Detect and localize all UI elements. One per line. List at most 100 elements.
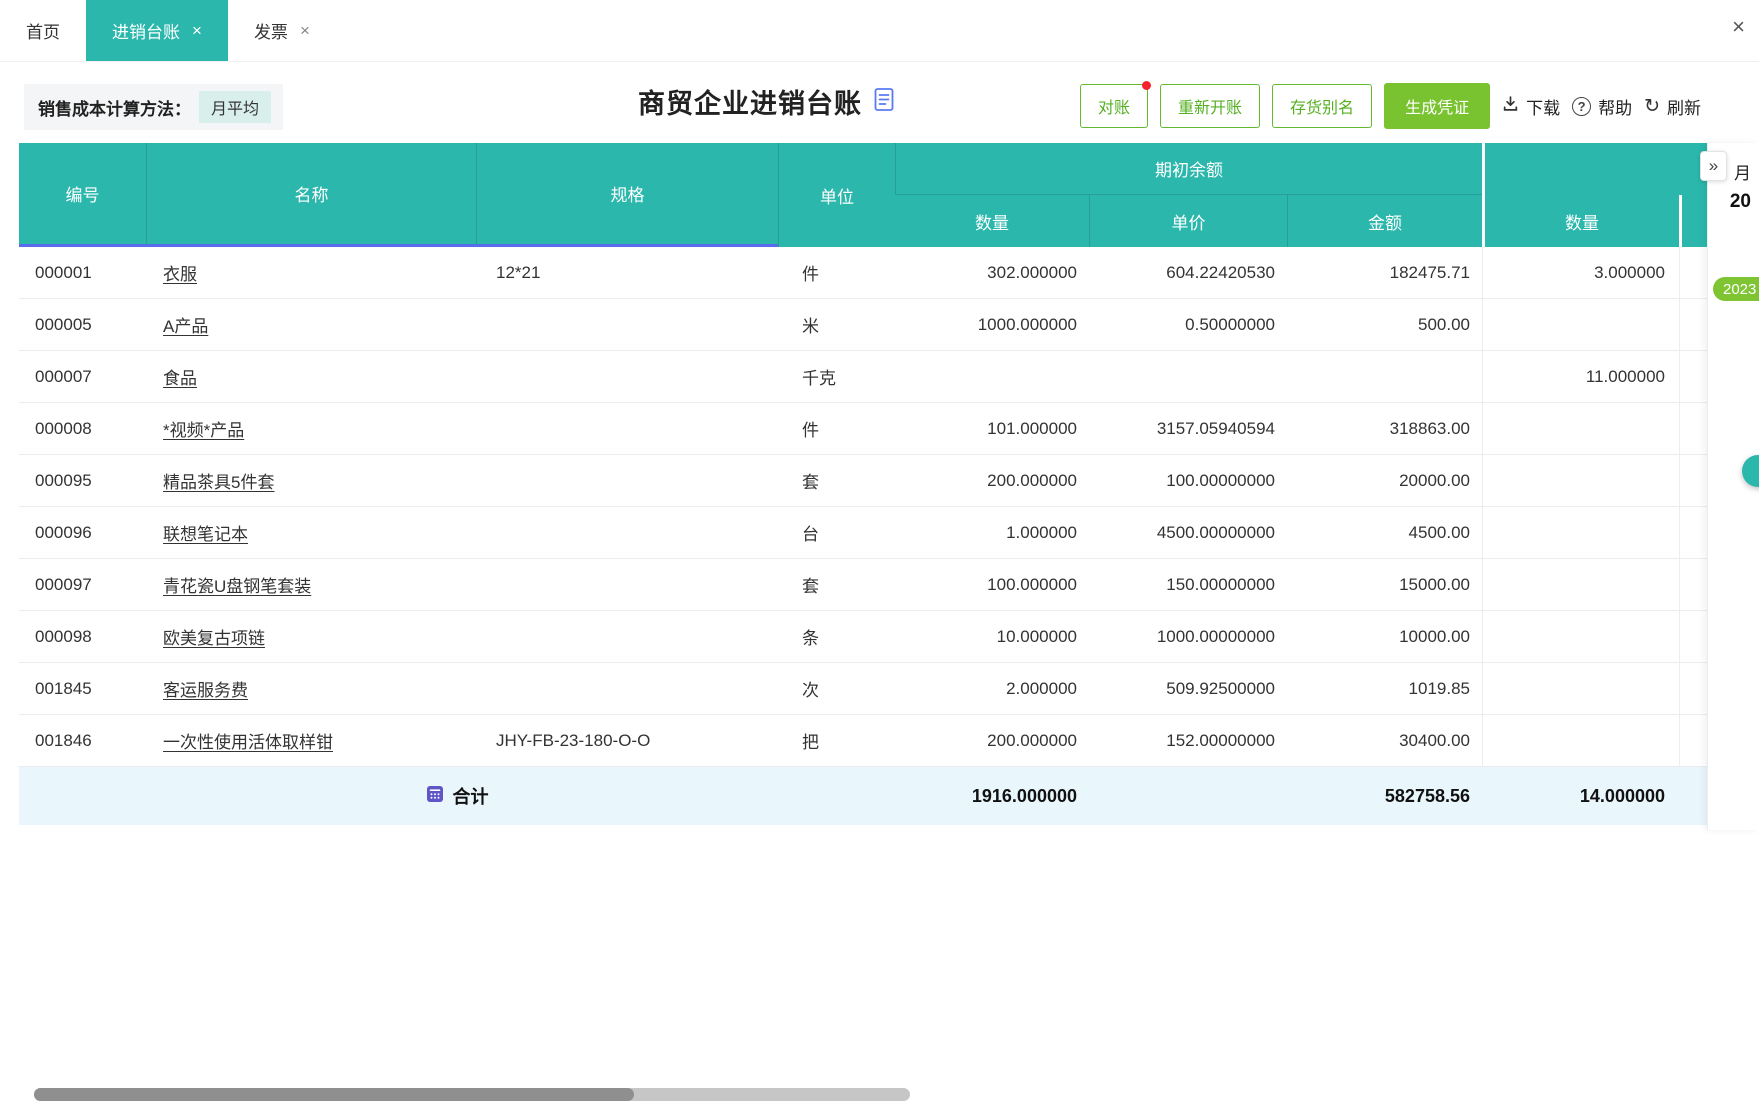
scrollbar-thumb[interactable] xyxy=(34,1088,634,1101)
tab-invoice[interactable]: 发票 × xyxy=(228,0,336,61)
table-row: 000097 青花瓷U盘钢笔套装 套 100.000000 150.000000… xyxy=(19,559,1707,611)
cell-partial xyxy=(1679,351,1707,402)
table-row: 000001 衣服 12*21 件 302.000000 604.2242053… xyxy=(19,247,1707,299)
header-unit: 单位 xyxy=(778,143,895,247)
cell-period-qty: 3.000000 xyxy=(1482,247,1679,298)
panel-peek-text: 月 xyxy=(1734,164,1751,183)
cell-opening-price: 509.92500000 xyxy=(1166,678,1275,698)
cell-unit: 件 xyxy=(802,265,819,284)
cell-name: 一次性使用活体取样钳 xyxy=(146,728,476,753)
cell-name: A产品 xyxy=(146,312,476,337)
cell-unit: 千克 xyxy=(802,369,836,388)
cell-id: 000001 xyxy=(35,262,92,282)
cell-partial xyxy=(1679,299,1707,350)
cell-opening-amount: 500.00 xyxy=(1418,314,1470,334)
cell-unit: 把 xyxy=(802,733,819,752)
cell-opening-amount: 20000.00 xyxy=(1399,470,1470,490)
total-period-qty: 14.000000 xyxy=(1579,785,1665,806)
tab-purchase-sales-ledger[interactable]: 进销台账 × xyxy=(86,0,228,61)
cell-partial xyxy=(1679,663,1707,714)
header-period-qty: 数量 xyxy=(1482,195,1679,247)
document-info-icon[interactable] xyxy=(872,86,896,118)
item-name-link[interactable]: 食品 xyxy=(163,369,197,388)
download-button[interactable]: 下载 xyxy=(1502,94,1560,119)
table-row: 000096 联想笔记本 台 1.000000 4500.00000000 45… xyxy=(19,507,1707,559)
inventory-alias-button[interactable]: 存货别名 xyxy=(1272,84,1373,128)
reconcile-button[interactable]: 对账 xyxy=(1080,81,1152,128)
cell-unit: 米 xyxy=(802,317,819,336)
cell-opening-qty: 302.000000 xyxy=(987,262,1077,282)
item-name-link[interactable]: *视频*产品 xyxy=(163,421,244,440)
total-opening-amount: 582758.56 xyxy=(1384,785,1470,806)
cell-id: 000095 xyxy=(35,470,92,490)
close-icon[interactable]: × xyxy=(300,22,310,39)
cell-partial xyxy=(1679,403,1707,454)
item-name-link[interactable]: A产品 xyxy=(163,317,208,336)
horizontal-scrollbar xyxy=(34,1088,910,1101)
header-name: 名称 xyxy=(146,143,476,247)
panel-expand-icon[interactable]: » xyxy=(1700,151,1727,181)
item-name-link[interactable]: 欧美复古项链 xyxy=(163,629,265,648)
refresh-label: 刷新 xyxy=(1667,98,1701,118)
cell-opening-price: 1000.00000000 xyxy=(1156,626,1275,646)
close-icon[interactable]: × xyxy=(192,22,202,39)
toolbar: 销售成本计算方法： 月平均 商贸企业进销台账 对账 重新开账 存货别名 生成凭证 xyxy=(0,62,1707,143)
title-wrap: 商贸企业进销台账 xyxy=(638,82,896,121)
cell-period-qty xyxy=(1482,663,1679,714)
cost-method-value[interactable]: 月平均 xyxy=(199,91,272,123)
reconcile-label: 对账 xyxy=(1098,100,1131,117)
reopen-books-button[interactable]: 重新开账 xyxy=(1160,84,1261,128)
year-badge: 2023 xyxy=(1713,277,1759,301)
refresh-button[interactable]: ↻ 刷新 xyxy=(1644,94,1701,119)
help-label: 帮助 xyxy=(1598,98,1633,118)
cell-opening-amount: 4500.00 xyxy=(1408,522,1470,542)
cell-id: 000098 xyxy=(35,626,92,646)
cell-opening-qty: 200.000000 xyxy=(987,730,1077,750)
tab-label: 进销台账 xyxy=(112,23,180,42)
cell-opening-amount: 182475.71 xyxy=(1389,262,1470,282)
cell-opening-price: 4500.00000000 xyxy=(1156,522,1275,542)
table-row: 000005 A产品 米 1000.000000 0.50000000 500.… xyxy=(19,299,1707,351)
header-next-group xyxy=(1482,143,1707,195)
cell-name: 衣服 xyxy=(146,260,476,285)
cell-opening-qty: 100.000000 xyxy=(987,574,1077,594)
table-row: 001845 客运服务费 次 2.000000 509.92500000 101… xyxy=(19,663,1707,715)
help-icon: ? xyxy=(1572,96,1592,116)
help-button[interactable]: ? 帮助 xyxy=(1572,94,1632,119)
header-partial-column xyxy=(1679,195,1707,247)
cell-partial xyxy=(1679,715,1707,766)
item-name-link[interactable]: 客运服务费 xyxy=(163,681,248,700)
cell-id: 000008 xyxy=(35,418,92,438)
close-all-icon[interactable]: × xyxy=(1732,16,1745,38)
cell-name: 食品 xyxy=(146,364,476,389)
item-name-link[interactable]: 联想笔记本 xyxy=(163,525,248,544)
generate-voucher-button[interactable]: 生成凭证 xyxy=(1384,83,1491,129)
item-name-link[interactable]: 精品茶具5件套 xyxy=(163,473,274,492)
cell-period-qty xyxy=(1482,507,1679,558)
header-opening-qty: 数量 xyxy=(895,195,1089,247)
cell-unit: 条 xyxy=(802,629,819,648)
cell-partial xyxy=(1679,611,1707,662)
table-row: 000007 食品 千克 11.000000 xyxy=(19,351,1707,403)
cell-period-qty xyxy=(1482,455,1679,506)
calculator-icon xyxy=(426,785,444,808)
generate-voucher-label: 生成凭证 xyxy=(1405,100,1470,117)
total-label: 合计 xyxy=(452,787,489,807)
cell-id: 000005 xyxy=(35,314,92,334)
tab-home[interactable]: 首页 xyxy=(0,0,86,61)
panel-peek-text: 20 xyxy=(1729,191,1751,212)
cell-period-qty: 11.000000 xyxy=(1482,351,1679,402)
cell-id: 000096 xyxy=(35,522,92,542)
cost-method-label: 销售成本计算方法： xyxy=(38,99,191,119)
cell-opening-qty: 101.000000 xyxy=(987,418,1077,438)
item-name-link[interactable]: 青花瓷U盘钢笔套装 xyxy=(163,577,311,596)
cell-opening-amount: 318863.00 xyxy=(1389,418,1470,438)
cell-name: 青花瓷U盘钢笔套装 xyxy=(146,572,476,597)
cost-method: 销售成本计算方法： 月平均 xyxy=(24,84,284,130)
header-opening-amount: 金额 xyxy=(1287,195,1482,247)
item-name-link[interactable]: 一次性使用活体取样钳 xyxy=(163,733,333,752)
floating-action-button[interactable] xyxy=(1742,455,1759,487)
item-name-link[interactable]: 衣服 xyxy=(163,265,197,284)
cell-opening-qty: 1000.000000 xyxy=(977,314,1077,334)
cell-unit: 台 xyxy=(802,525,819,544)
